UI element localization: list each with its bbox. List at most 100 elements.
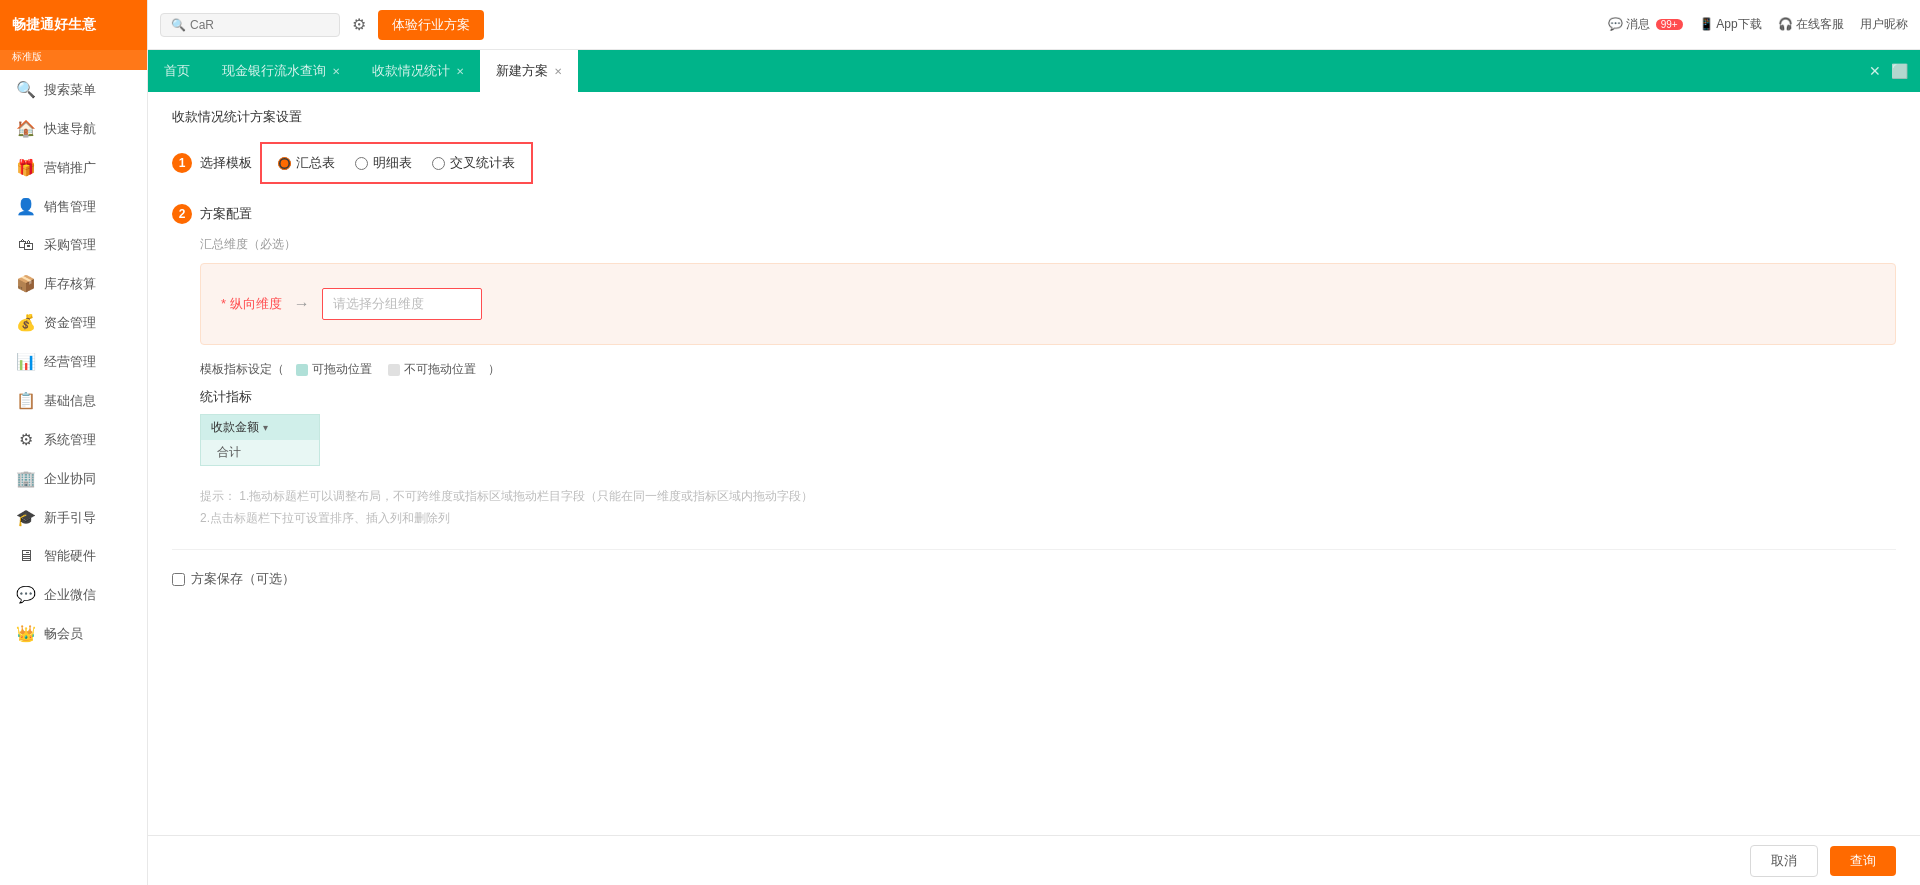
metric-subtotal: 合计 [201, 440, 319, 465]
step2-section: 2 方案配置 汇总维度（必选） 纵向维度 → [172, 204, 1896, 529]
arrow-icon: → [294, 295, 310, 313]
gift-icon: 🎁 [16, 158, 36, 177]
metric-group: 收款金额 ▾ 合计 [200, 414, 320, 466]
close-window-icon[interactable]: ✕ [1869, 63, 1881, 79]
page-title: 收款情况统计方案设置 [172, 108, 1896, 126]
tabbar: 首页 现金银行流水查询 ✕ 收款情况统计 ✕ 新建方案 ✕ ✕ ⬜ [148, 50, 1920, 92]
sidebar-item-label: 企业微信 [44, 586, 96, 604]
notification-badge: 99+ [1656, 19, 1683, 30]
metric-tag-label: 收款金额 [211, 419, 259, 436]
fixed-dot [388, 364, 400, 376]
page-content: 收款情况统计方案设置 1 选择模板 汇总表 明细表 [148, 92, 1920, 835]
metrics-area: 统计指标 收款金额 ▾ 合计 [200, 388, 1896, 466]
bottom-bar: 取消 查询 [148, 835, 1920, 885]
sidebar-item-member[interactable]: 👑 畅会员 [0, 614, 147, 653]
sidebar-item-corp-coop[interactable]: 🏢 企业协同 [0, 459, 147, 498]
home-icon: 🏠 [16, 119, 36, 138]
dimension-select[interactable]: 请选择分组维度 [322, 288, 482, 320]
gear-icon: ⚙ [16, 430, 36, 449]
sidebar-item-smart-hw[interactable]: 🖥 智能硬件 [0, 537, 147, 575]
radio-cross[interactable]: 交叉统计表 [432, 154, 515, 172]
vertical-label: 纵向维度 [221, 295, 282, 313]
step1-section: 1 选择模板 汇总表 明细表 交叉统计表 [172, 142, 1896, 184]
sidebar-item-operation[interactable]: 📊 经营管理 [0, 342, 147, 381]
save-option: 方案保存（可选） [172, 558, 1896, 600]
save-checkbox[interactable] [172, 573, 185, 586]
sidebar-item-label: 资金管理 [44, 314, 96, 332]
user-icon: 👤 [16, 197, 36, 216]
search-icon: 🔍 [16, 80, 36, 99]
settings-icon[interactable]: ⚙ [352, 15, 366, 34]
sidebar-item-inventory[interactable]: 📦 库存核算 [0, 264, 147, 303]
sidebar-item-purchase[interactable]: 🛍 采购管理 [0, 226, 147, 264]
user-name: 用户昵称 [1860, 16, 1908, 33]
legend-fixed: 不可拖动位置 [388, 361, 476, 378]
radio-summary-label: 汇总表 [296, 154, 335, 172]
box-icon: 📦 [16, 274, 36, 293]
sidebar-item-guide[interactable]: 🎓 新手引导 [0, 498, 147, 537]
sidebar-item-label: 新手引导 [44, 509, 96, 527]
sidebar-item-sales[interactable]: 👤 销售管理 [0, 187, 147, 226]
industry-button[interactable]: 体验行业方案 [378, 10, 484, 40]
sidebar-item-label: 营销推广 [44, 159, 96, 177]
main-area: 🔍 ⚙ 体验行业方案 💬 消息 99+ 📱 App下载 🎧 在线客服 用户昵称 … [148, 0, 1920, 885]
sidebar-item-corp-wechat[interactable]: 💬 企业微信 [0, 575, 147, 614]
close-icon[interactable]: ✕ [332, 66, 340, 77]
tab-receipt-stat[interactable]: 收款情况统计 ✕ [356, 50, 480, 92]
maximize-window-icon[interactable]: ⬜ [1891, 63, 1908, 79]
step1-label: 选择模板 [200, 154, 252, 172]
sidebar-item-label: 基础信息 [44, 392, 96, 410]
sidebar: 畅捷通好生意 标准版 🔍 搜索菜单 🏠 快速导航 🎁 营销推广 👤 销售管理 🛍… [0, 0, 148, 885]
crown-icon: 👑 [16, 624, 36, 643]
topbar: 🔍 ⚙ 体验行业方案 💬 消息 99+ 📱 App下载 🎧 在线客服 用户昵称 [148, 0, 1920, 50]
step2-number: 2 [172, 204, 192, 224]
sidebar-item-label: 快速导航 [44, 120, 96, 138]
save-label: 方案保存（可选） [191, 570, 295, 588]
app-download[interactable]: 📱 App下载 [1699, 16, 1762, 33]
notification-area[interactable]: 💬 消息 99+ [1608, 16, 1683, 33]
sidebar-logo: 畅捷通好生意 [0, 0, 147, 50]
close-icon[interactable]: ✕ [554, 66, 562, 77]
sidebar-item-label: 采购管理 [44, 236, 96, 254]
topbar-right: 💬 消息 99+ 📱 App下载 🎧 在线客服 用户昵称 [1608, 16, 1908, 33]
sidebar-item-label: 智能硬件 [44, 547, 96, 565]
legend-movable: 可拖动位置 [296, 361, 372, 378]
sidebar-item-search-menu[interactable]: 🔍 搜索菜单 [0, 70, 147, 109]
sidebar-item-label: 销售管理 [44, 198, 96, 216]
online-service[interactable]: 🎧 在线客服 [1778, 16, 1844, 33]
search-input[interactable] [190, 18, 330, 32]
sidebar-item-marketing[interactable]: 🎁 营销推广 [0, 148, 147, 187]
sidebar-item-label: 畅会员 [44, 625, 83, 643]
sidebar-item-quick-nav[interactable]: 🏠 快速导航 [0, 109, 147, 148]
metrics-legend: 可拖动位置 不可拖动位置 [296, 361, 476, 378]
search-icon: 🔍 [171, 18, 186, 32]
chevron-down-icon: ▾ [263, 422, 268, 433]
metrics-header: 模板指标设定（ 可拖动位置 不可拖动位置 ） [200, 361, 1896, 378]
divider [172, 549, 1896, 550]
tips-section: 提示： 1.拖动标题栏可以调整布局，不可跨维度或指标区域拖动栏目字段（只能在同一… [200, 486, 1896, 529]
step2-header: 2 方案配置 [172, 204, 1896, 224]
clipboard-icon: 📋 [16, 391, 36, 410]
tip-line2: 2.点击标题栏下拉可设置排序、插入列和删除列 [200, 508, 1896, 530]
sidebar-item-base-info[interactable]: 📋 基础信息 [0, 381, 147, 420]
radio-summary[interactable]: 汇总表 [278, 154, 335, 172]
sidebar-item-label: 搜索菜单 [44, 81, 96, 99]
content-area: 收款情况统计方案设置 1 选择模板 汇总表 明细表 [148, 92, 1920, 835]
search-box[interactable]: 🔍 [160, 13, 340, 37]
query-button[interactable]: 查询 [1830, 846, 1896, 876]
building-icon: 🏢 [16, 469, 36, 488]
tab-new-plan[interactable]: 新建方案 ✕ [480, 50, 578, 92]
legend-movable-label: 可拖动位置 [312, 361, 372, 378]
sidebar-item-label: 系统管理 [44, 431, 96, 449]
sidebar-item-fund[interactable]: 💰 资金管理 [0, 303, 147, 342]
cancel-button[interactable]: 取消 [1750, 845, 1818, 877]
sidebar-item-system[interactable]: ⚙ 系统管理 [0, 420, 147, 459]
logo-text: 畅捷通好生意 [12, 16, 96, 34]
metric-tag-amount[interactable]: 收款金额 ▾ [201, 415, 319, 440]
radio-detail[interactable]: 明细表 [355, 154, 412, 172]
chat-icon: 💬 [16, 585, 36, 604]
close-icon[interactable]: ✕ [456, 66, 464, 77]
template-select: 汇总表 明细表 交叉统计表 [260, 142, 533, 184]
tab-home[interactable]: 首页 [148, 50, 206, 92]
tab-bank-flow[interactable]: 现金银行流水查询 ✕ [206, 50, 356, 92]
